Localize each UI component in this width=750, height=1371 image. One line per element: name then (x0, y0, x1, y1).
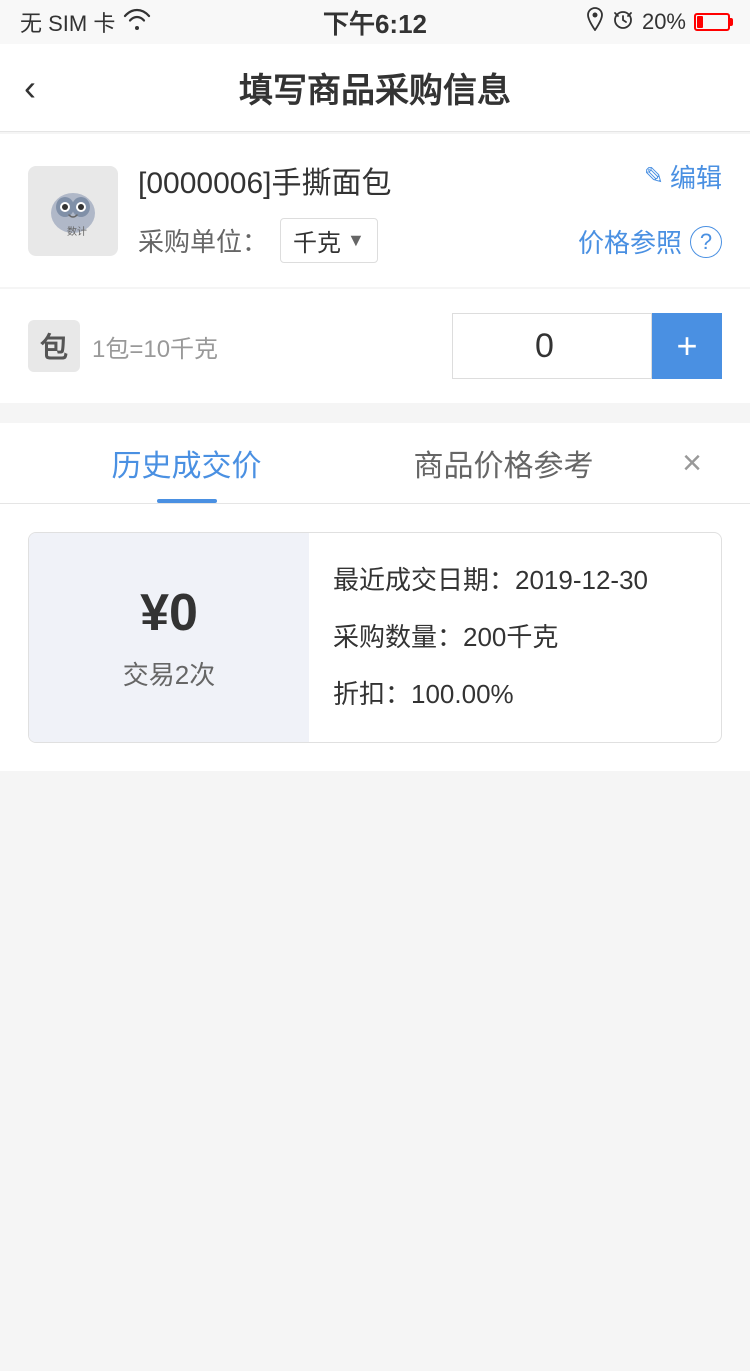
page-title: 填写商品采购信息 (239, 63, 511, 112)
price-ref-row: 价格参照 ? (578, 223, 722, 260)
product-name: [0000006]手撕面包 (138, 158, 391, 202)
unit-box-label: 包 (28, 320, 80, 372)
status-left: 无 SIM 卡 (20, 6, 151, 38)
purchase-qty-label: 采购数量： (333, 622, 463, 652)
location-icon (586, 7, 604, 37)
tabs-header: 历史成交价 商品价格参考 × (0, 423, 750, 504)
battery-icon (694, 13, 730, 31)
discount-value: 100.00% (411, 679, 514, 709)
quantity-input[interactable] (452, 313, 652, 379)
currency-symbol: ¥ (140, 584, 169, 642)
recent-date-value: 2019-12-30 (515, 565, 648, 595)
quantity-plus-button[interactable]: + (652, 313, 722, 379)
transaction-count: 交易2次 (123, 655, 215, 692)
battery-percentage: 20% (642, 9, 686, 35)
back-button[interactable]: ‹ (24, 70, 36, 106)
quantity-section: 包 1包=10千克 + (0, 289, 750, 403)
nav-bar: ‹ 填写商品采购信息 (0, 44, 750, 132)
product-left: 数计 [0000006]手撕面包 采购单位： 千克 ▼ (28, 158, 391, 263)
bottom-area (0, 771, 750, 1371)
tab-product-price-ref[interactable]: 商品价格参考 (345, 423, 662, 503)
product-card: 数计 [0000006]手撕面包 采购单位： 千克 ▼ ✎ 编辑 (0, 134, 750, 287)
quantity-right: + (452, 313, 722, 379)
purchase-qty-value: 200千克 (463, 622, 558, 652)
tab-history-price[interactable]: 历史成交价 (28, 423, 345, 503)
status-right: 20% (586, 7, 730, 37)
tab-content: ¥0 交易2次 最近成交日期：2019-12-30 采购数量：200千克 折扣：… (0, 504, 750, 771)
unit-value: 千克 (293, 223, 341, 258)
price-ref-label[interactable]: 价格参照 (578, 223, 682, 260)
price-value: ¥0 (140, 583, 198, 643)
price-ref-help-icon[interactable]: ? (690, 226, 722, 258)
product-unit-row: 采购单位： 千克 ▼ (138, 218, 391, 263)
price-card-left: ¥0 交易2次 (29, 533, 309, 742)
discount-row: 折扣：100.00% (333, 675, 697, 714)
product-thumbnail: 数计 (28, 166, 118, 256)
tab-close-button[interactable]: × (662, 423, 722, 503)
edit-icon: ✎ (644, 162, 664, 191)
svg-text:数计: 数计 (67, 225, 87, 238)
unit-label: 采购单位： (138, 222, 268, 259)
price-card: ¥0 交易2次 最近成交日期：2019-12-30 采购数量：200千克 折扣：… (28, 532, 722, 743)
status-bar: 无 SIM 卡 下午6:12 20% (0, 0, 750, 44)
tab-history-price-label: 历史成交价 (112, 441, 262, 485)
unit-dropdown[interactable]: 千克 ▼ (280, 218, 378, 263)
purchase-qty-row: 采购数量：200千克 (333, 618, 697, 657)
wifi-icon (123, 8, 151, 36)
recent-date-label: 最近成交日期： (333, 565, 515, 595)
status-time: 下午6:12 (323, 4, 427, 41)
alarm-icon (612, 8, 634, 36)
price-card-right: 最近成交日期：2019-12-30 采购数量：200千克 折扣：100.00% (309, 533, 721, 742)
quantity-left: 包 1包=10千克 (28, 320, 218, 372)
edit-button[interactable]: ✎ 编辑 (644, 158, 722, 195)
price-number: 0 (169, 584, 198, 642)
dropdown-arrow-icon: ▼ (347, 230, 365, 251)
product-header: 数计 [0000006]手撕面包 采购单位： 千克 ▼ ✎ 编辑 (28, 158, 722, 263)
signal-text: 无 SIM 卡 (20, 6, 115, 38)
recent-date-row: 最近成交日期：2019-12-30 (333, 561, 697, 600)
edit-label: 编辑 (670, 158, 722, 195)
unit-conversion: 1包=10千克 (92, 329, 218, 364)
tabs-section: 历史成交价 商品价格参考 × ¥0 交易2次 最近成交日期：2019-12-30… (0, 423, 750, 771)
product-right: ✎ 编辑 价格参照 ? (578, 158, 722, 260)
product-info: [0000006]手撕面包 采购单位： 千克 ▼ (138, 158, 391, 263)
discount-label: 折扣： (333, 679, 411, 709)
tab-product-price-ref-label: 商品价格参考 (414, 441, 594, 485)
